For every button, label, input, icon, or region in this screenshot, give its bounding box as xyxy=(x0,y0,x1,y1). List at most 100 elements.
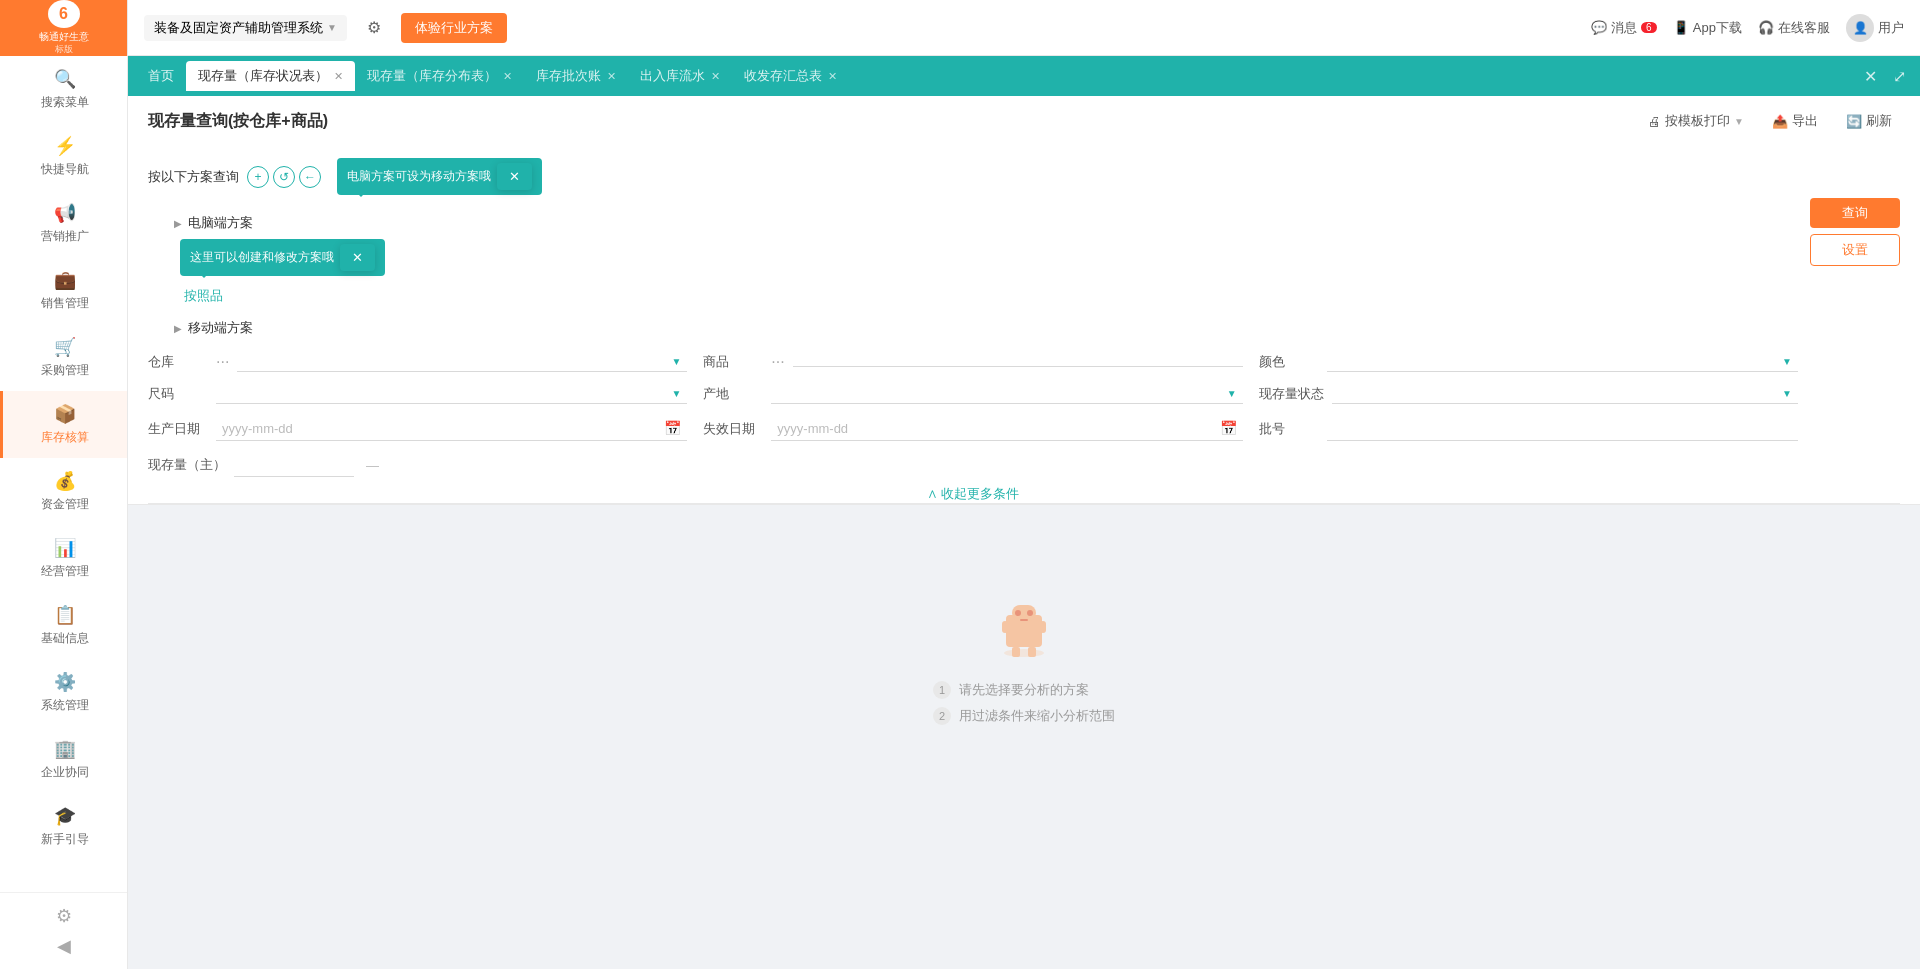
tabs-bar: 首页 现存量（库存状况表） ✕ 现存量（库存分布表） ✕ 库存批次账 ✕ 出入库… xyxy=(128,56,1920,96)
sidebar-item-operations[interactable]: 📊 经营管理 xyxy=(0,525,127,592)
query-button[interactable]: 查询 xyxy=(1810,198,1900,228)
product-label: 商品 xyxy=(703,353,763,371)
scheme-item[interactable]: 按照品 xyxy=(160,280,1798,312)
logo-sub: 标版 xyxy=(55,43,73,56)
stock-main-dash: — xyxy=(366,458,379,473)
sidebar-item-search[interactable]: 🔍 搜索菜单 xyxy=(0,56,127,123)
produce-date-input[interactable]: yyyy-mm-dd 📅 xyxy=(216,416,687,441)
print-icon: 🖨 xyxy=(1648,114,1661,129)
scheme-tree-area: ▶ 电脑端方案 这里可以创建和修改方案哦 ✕ xyxy=(148,207,1798,344)
color-select[interactable]: ▼ xyxy=(1327,352,1798,372)
pc-scheme-tooltip-close[interactable]: ✕ xyxy=(497,163,532,190)
step-1-text: 请先选择要分析的方案 xyxy=(959,681,1089,699)
filter-header-actions: + ↺ ← xyxy=(247,166,321,188)
sidebar-item-finance[interactable]: 💰 资金管理 xyxy=(0,458,127,525)
color-arrow-icon: ▼ xyxy=(1782,356,1792,367)
product-select[interactable] xyxy=(793,358,1243,367)
warehouse-dots[interactable]: ··· xyxy=(216,353,229,371)
tab-inventory-dist-close[interactable]: ✕ xyxy=(503,70,512,83)
finance-icon: 💰 xyxy=(54,470,76,492)
search-icon: 🔍 xyxy=(54,68,76,90)
scheme-item-label: 按照品 xyxy=(184,287,223,305)
sidebar-item-quicknav[interactable]: ⚡ 快捷导航 xyxy=(0,123,127,190)
avatar: 👤 xyxy=(1846,14,1874,42)
refresh-scheme-icon[interactable]: ↺ xyxy=(273,166,295,188)
tab-home-label: 首页 xyxy=(148,68,174,83)
tab-batch-ledger[interactable]: 库存批次账 ✕ xyxy=(524,61,628,91)
add-scheme-icon[interactable]: + xyxy=(247,166,269,188)
pc-scheme-tree-item[interactable]: ▶ 电脑端方案 xyxy=(160,207,1798,239)
tab-close-all-icon[interactable]: ✕ xyxy=(1858,63,1883,90)
user-menu[interactable]: 👤 用户 xyxy=(1846,14,1904,42)
edit-scheme-tooltip-close[interactable]: ✕ xyxy=(340,244,375,271)
collapse-more[interactable]: ∧ 收起更多条件 xyxy=(148,477,1798,503)
sidebar-item-enterprise[interactable]: 🏢 企业协同 xyxy=(0,726,127,793)
message-label: 消息 xyxy=(1611,19,1637,37)
tab-receipt-summary[interactable]: 收发存汇总表 ✕ xyxy=(732,61,849,91)
sidebar-item-guide[interactable]: 🎓 新手引导 xyxy=(0,793,127,860)
system-selector[interactable]: 装备及固定资产辅助管理系统 ▼ xyxy=(144,15,347,41)
sidebar-item-marketing-label: 营销推广 xyxy=(41,228,89,245)
refresh-btn[interactable]: 🔄 刷新 xyxy=(1838,108,1900,134)
tab-inout-flow[interactable]: 出入库流水 ✕ xyxy=(628,61,732,91)
filter-rows: 仓库 ··· ▼ 商品 ··· xyxy=(148,352,1798,477)
warehouse-field: 仓库 ··· ▼ xyxy=(148,352,687,372)
marketing-icon: 📢 xyxy=(54,202,76,224)
size-label: 尺码 xyxy=(148,385,208,403)
export-btn[interactable]: 📤 导出 xyxy=(1764,108,1826,134)
selector-arrow-icon: ▼ xyxy=(327,22,337,33)
produce-date-placeholder: yyyy-mm-dd xyxy=(222,421,293,436)
sidebar-item-marketing[interactable]: 📢 营销推广 xyxy=(0,190,127,257)
mobile-scheme-tree-item[interactable]: ▶ 移动端方案 xyxy=(160,312,1798,344)
origin-select[interactable]: ▼ xyxy=(771,384,1242,404)
tab-inventory-status[interactable]: 现存量（库存状况表） ✕ xyxy=(186,61,355,91)
print-btn[interactable]: 🖨 按模板打印 ▼ xyxy=(1640,108,1752,134)
page-header: 现存量查询(按仓库+商品) 🖨 按模板打印 ▼ 📤 导出 🔄 刷新 xyxy=(128,96,1920,505)
svg-point-0 xyxy=(1004,649,1044,657)
expire-date-input[interactable]: yyyy-mm-dd 📅 xyxy=(771,416,1242,441)
settings-icon[interactable]: ⚙ xyxy=(56,905,72,927)
product-field: 商品 ··· xyxy=(703,353,1242,371)
app-download-label: App下载 xyxy=(1693,19,1742,37)
stock-main-from-input[interactable] xyxy=(234,453,354,477)
tab-home[interactable]: 首页 xyxy=(136,61,186,91)
collapse-icon[interactable]: ◀ xyxy=(57,935,71,957)
stock-status-select[interactable]: ▼ xyxy=(1332,384,1798,404)
page-actions: 🖨 按模板打印 ▼ 📤 导出 🔄 刷新 xyxy=(1640,108,1900,134)
refresh-label: 刷新 xyxy=(1866,112,1892,130)
pc-scheme-tooltip-text: 电脑方案可设为移动方案哦 xyxy=(347,168,491,185)
tab-inventory-status-close[interactable]: ✕ xyxy=(334,70,343,83)
tab-inout-flow-close[interactable]: ✕ xyxy=(711,70,720,83)
sidebar-item-purchase[interactable]: 🛒 采购管理 xyxy=(0,324,127,391)
size-select[interactable]: ▼ xyxy=(216,384,687,404)
pc-scheme-label: 电脑端方案 xyxy=(188,214,253,232)
sidebar-item-sales[interactable]: 💼 销售管理 xyxy=(0,257,127,324)
online-support-label: 在线客服 xyxy=(1778,19,1830,37)
settings-btn[interactable]: ⚙ xyxy=(359,14,389,41)
topbar: 装备及固定资产辅助管理系统 ▼ ⚙ 体验行业方案 💬 消息 6 📱 App下载 … xyxy=(128,0,1920,56)
empty-step-1: 1 请先选择要分析的方案 xyxy=(933,681,1115,699)
sidebar-item-system[interactable]: ⚙️ 系统管理 xyxy=(0,659,127,726)
tab-receipt-summary-close[interactable]: ✕ xyxy=(828,70,837,83)
batch-input[interactable] xyxy=(1327,417,1798,441)
warehouse-select[interactable]: ▼ xyxy=(237,352,687,372)
expire-date-field: 失效日期 yyyy-mm-dd 📅 xyxy=(703,416,1242,441)
tab-maximize-icon[interactable]: ⤢ xyxy=(1887,63,1912,90)
origin-label: 产地 xyxy=(703,385,763,403)
message-badge: 6 xyxy=(1641,22,1657,33)
online-support-btn[interactable]: 🎧 在线客服 xyxy=(1758,19,1830,37)
sidebar-item-basic[interactable]: 📋 基础信息 xyxy=(0,592,127,659)
product-dots[interactable]: ··· xyxy=(771,353,784,371)
back-scheme-icon[interactable]: ← xyxy=(299,166,321,188)
industry-scheme-button[interactable]: 体验行业方案 xyxy=(401,13,507,43)
filter-section: 按以下方案查询 + ↺ ← 电脑方案可设为移动方案哦 ✕ xyxy=(148,146,1900,504)
tab-batch-ledger-close[interactable]: ✕ xyxy=(607,70,616,83)
sidebar-item-inventory[interactable]: 📦 库存核算 xyxy=(0,391,127,458)
color-label: 颜色 xyxy=(1259,353,1319,371)
reset-button[interactable]: 设置 xyxy=(1810,234,1900,266)
main: 装备及固定资产辅助管理系统 ▼ ⚙ 体验行业方案 💬 消息 6 📱 App下载 … xyxy=(128,0,1920,969)
tab-inventory-dist[interactable]: 现存量（库存分布表） ✕ xyxy=(355,61,524,91)
export-label: 导出 xyxy=(1792,112,1818,130)
app-download-btn[interactable]: 📱 App下载 xyxy=(1673,19,1742,37)
message-btn[interactable]: 💬 消息 6 xyxy=(1591,19,1657,37)
